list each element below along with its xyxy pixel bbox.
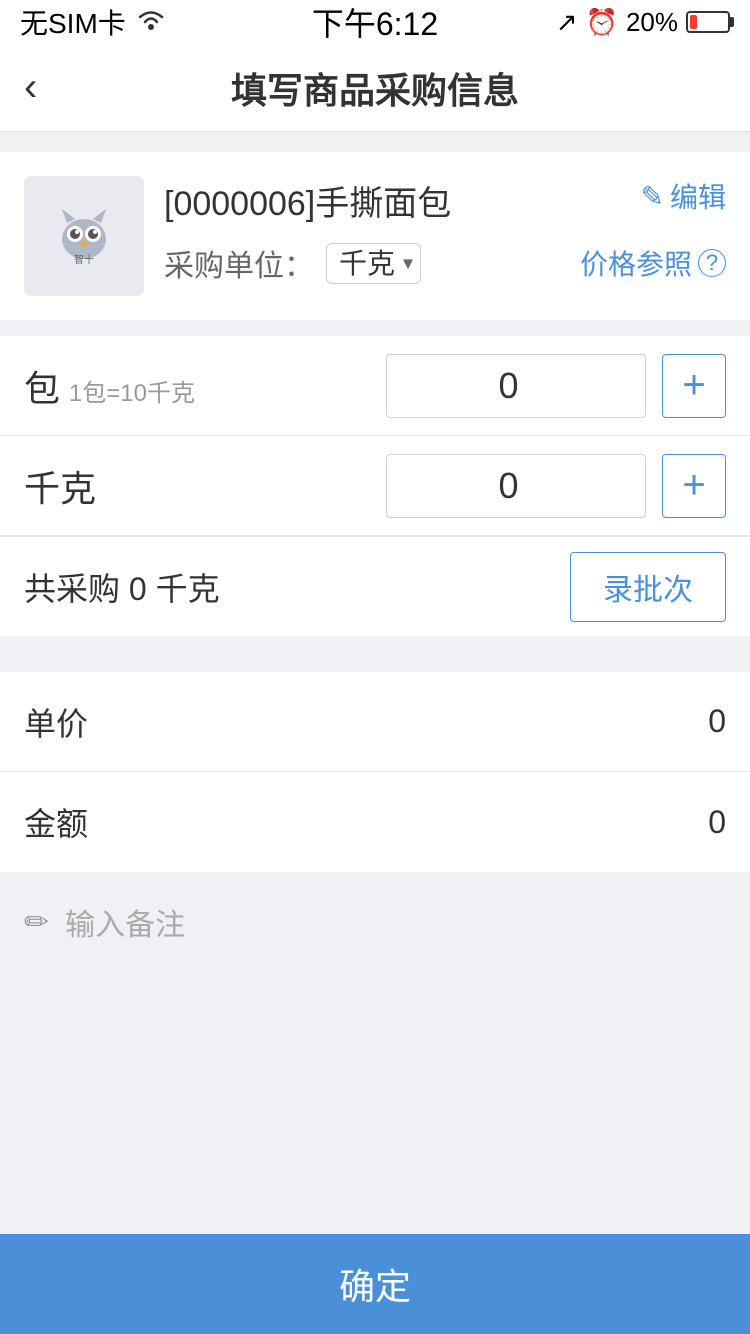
status-time: 下午6:12 bbox=[312, 0, 438, 45]
confirm-button[interactable]: 确定 bbox=[0, 1234, 750, 1334]
summary-text: 共采购 0 千克 bbox=[24, 564, 220, 610]
amount-label: 金额 bbox=[24, 799, 88, 845]
divider-2 bbox=[0, 636, 750, 652]
location-icon: ↗ bbox=[556, 7, 578, 38]
input-section: 包 1包=10千克 + 千克 + 共采购 0 千克 录批次 bbox=[0, 336, 750, 636]
note-section[interactable]: ✏ 输入备注 bbox=[0, 872, 750, 972]
kg-input-row: 千克 + bbox=[0, 436, 750, 536]
unit-price-label: 单价 bbox=[24, 699, 88, 745]
back-button[interactable]: ‹ bbox=[24, 65, 37, 110]
price-ref-help-icon: ? bbox=[698, 249, 726, 277]
unit-price-value: 0 bbox=[708, 703, 726, 740]
divider-1 bbox=[0, 320, 750, 336]
pencil-icon: ✏ bbox=[24, 905, 49, 940]
kg-main-label: 千克 bbox=[24, 468, 96, 509]
note-placeholder: 输入备注 bbox=[65, 900, 185, 944]
unit-select-wrapper[interactable]: 千克 bbox=[326, 243, 421, 284]
edit-icon: ✎ bbox=[641, 180, 664, 213]
product-card: 智十 [0000006]手撕面包 采购单位： 千克 价格参照 ? ✎ 编辑 bbox=[0, 152, 750, 320]
product-unit-row: 采购单位： 千克 价格参照 ? bbox=[164, 241, 726, 285]
kg-label-group: 千克 bbox=[24, 460, 184, 512]
bao-sub-label: 1包=10千克 bbox=[69, 380, 195, 407]
price-reference-btn[interactable]: 价格参照 ? bbox=[580, 243, 726, 283]
carrier-text: 无SIM卡 bbox=[20, 2, 126, 42]
status-left: 无SIM卡 bbox=[20, 2, 166, 42]
product-image: 智十 bbox=[24, 176, 144, 296]
bao-quantity-input[interactable] bbox=[386, 354, 646, 418]
bottom-spacer bbox=[0, 972, 750, 1172]
battery-percent: 20% bbox=[626, 7, 678, 38]
product-logo: 智十 bbox=[49, 201, 119, 271]
svg-text:智十: 智十 bbox=[74, 253, 94, 266]
amount-row: 金额 0 bbox=[0, 772, 750, 872]
unit-select[interactable]: 千克 bbox=[326, 243, 421, 284]
status-bar: 无SIM卡 下午6:12 ↗ ⏰ 20% bbox=[0, 0, 750, 44]
kg-input-control: + bbox=[184, 454, 726, 518]
bao-plus-button[interactable]: + bbox=[662, 354, 726, 418]
price-section: 单价 0 金额 0 bbox=[0, 672, 750, 872]
bao-input-row: 包 1包=10千克 + bbox=[0, 336, 750, 436]
bao-label-group: 包 1包=10千克 bbox=[24, 360, 195, 412]
edit-button[interactable]: ✎ 编辑 bbox=[641, 176, 726, 216]
price-ref-label: 价格参照 bbox=[580, 243, 692, 283]
page-title: 填写商品采购信息 bbox=[231, 62, 519, 114]
kg-plus-button[interactable]: + bbox=[662, 454, 726, 518]
kg-quantity-input[interactable] bbox=[386, 454, 646, 518]
edit-label: 编辑 bbox=[670, 176, 726, 216]
wifi-icon bbox=[136, 6, 166, 38]
amount-value: 0 bbox=[708, 804, 726, 841]
status-right: ↗ ⏰ 20% bbox=[556, 7, 730, 38]
summary-row: 共采购 0 千克 录批次 bbox=[0, 536, 750, 636]
unit-price-row: 单价 0 bbox=[0, 672, 750, 772]
bao-main-label: 包 bbox=[24, 368, 60, 409]
battery-indicator bbox=[686, 11, 730, 33]
unit-label: 采购单位： bbox=[164, 241, 314, 285]
batch-record-button[interactable]: 录批次 bbox=[570, 552, 726, 622]
nav-bar: ‹ 填写商品采购信息 bbox=[0, 44, 750, 132]
alarm-icon: ⏰ bbox=[586, 7, 618, 38]
bao-input-control: + bbox=[195, 354, 726, 418]
